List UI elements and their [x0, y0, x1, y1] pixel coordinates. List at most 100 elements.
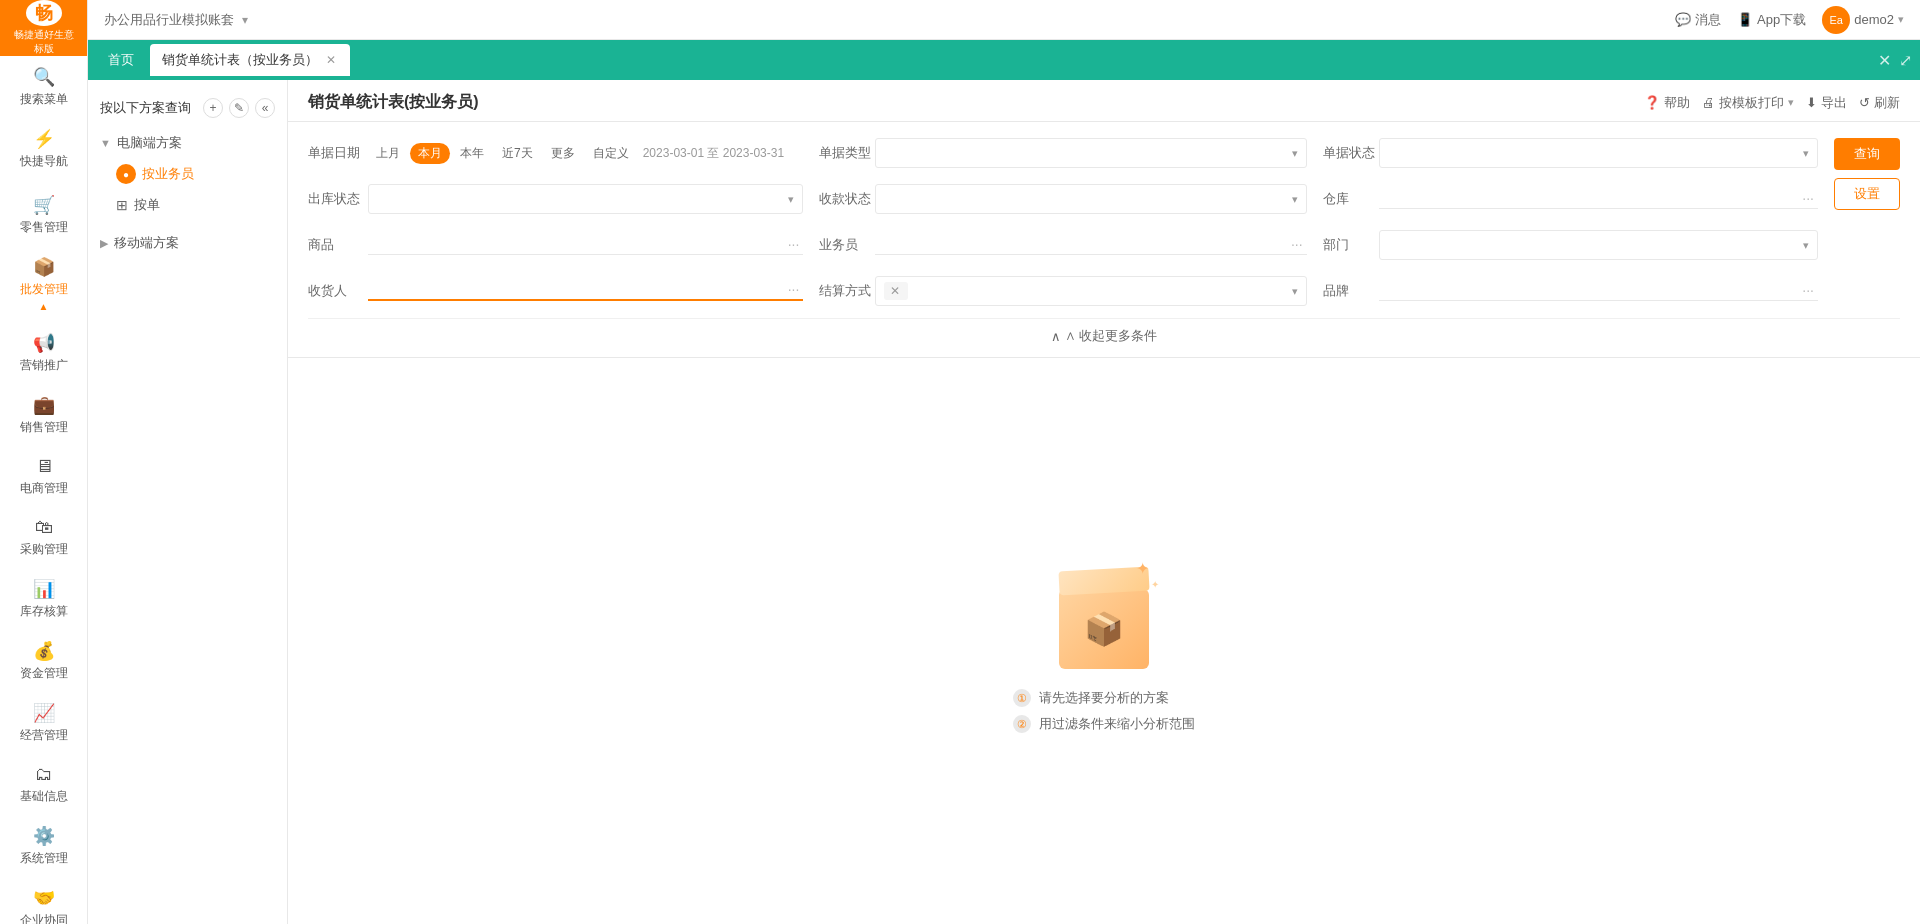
sidebar-item-base[interactable]: 🗂 基础信息 [0, 754, 88, 815]
date-pill-current-month[interactable]: 本月 [410, 143, 450, 164]
sidebar-item-label: 系统管理 [20, 850, 68, 867]
tree-mobile-schemes[interactable]: ▶ 移动端方案 [88, 228, 287, 258]
tree-section-desktop: ▼ 电脑端方案 ● 按业务员 ⊞ 按单 [88, 124, 287, 224]
sidebar-item-inventory[interactable]: 📊 库存核算 [0, 568, 88, 630]
help-button[interactable]: ❓ 帮助 [1644, 94, 1690, 112]
app-download-button[interactable]: 📱 App下载 [1737, 11, 1806, 29]
settings-button[interactable]: 设置 [1834, 178, 1900, 210]
brand-input[interactable] [1379, 282, 1799, 297]
sidebar-item-retail[interactable]: 🛒 零售管理 [0, 184, 88, 246]
goods-ellipsis[interactable]: ··· [784, 236, 804, 252]
settlement-tag: ✕ [884, 282, 908, 300]
receipt-status-select[interactable]: ▾ [875, 184, 1306, 214]
consignee-input[interactable] [368, 282, 784, 297]
warehouse-input[interactable] [1379, 190, 1799, 205]
department-select[interactable]: ▾ [1379, 230, 1818, 260]
doc-type-select[interactable]: ▾ [875, 138, 1306, 168]
tree-section-label: 移动端方案 [114, 234, 179, 252]
edit-icon: ✎ [234, 101, 244, 115]
user-name: demo2 [1854, 12, 1894, 27]
tree-item-by-order[interactable]: ⊞ 按单 [88, 190, 287, 220]
export-button[interactable]: ⬇ 导出 [1806, 94, 1847, 112]
sidebar-item-ecom[interactable]: 🖥 电商管理 [0, 446, 88, 507]
brand-ellipsis[interactable]: ··· [1798, 282, 1818, 298]
main-content: 办公用品行业模拟账套 ▾ 💬 消息 📱 App下载 Ea demo2 ▾ [88, 0, 1920, 924]
consignee-input-area: ··· [368, 281, 803, 301]
header-dropdown-arrow[interactable]: ▾ [242, 13, 248, 27]
help-label: 帮助 [1664, 94, 1690, 112]
home-tab-label: 首页 [108, 51, 134, 69]
collapse-icon: « [262, 101, 269, 115]
avatar: Ea [1822, 6, 1850, 34]
page-title-actions: ❓ 帮助 🖨 按模板打印 ▾ ⬇ 导出 ↺ [1644, 94, 1900, 112]
sidebar-item-marketing[interactable]: 📢 营销推广 [0, 322, 88, 384]
tree-desktop-schemes[interactable]: ▼ 电脑端方案 [88, 128, 287, 158]
add-scheme-button[interactable]: + [203, 98, 223, 118]
date-filter-cell: 单据日期 上月 本月 本年 近7天 更多 自定义 2023-03-01 至 20… [308, 134, 811, 172]
goods-label: 商品 [308, 236, 368, 254]
step-number-2: ② [1013, 715, 1031, 733]
tab-expand-button[interactable]: ⤢ [1899, 51, 1912, 70]
sidebar-item-sales[interactable]: 💼 销售管理 [0, 384, 88, 446]
sidebar-item-shortcuts[interactable]: ⚡ 快捷导航 [0, 118, 88, 180]
step-2-text: 用过滤条件来缩小分析范围 [1039, 715, 1195, 733]
sidebar-item-finance[interactable]: 💰 资金管理 [0, 630, 88, 692]
collapse-panel-button[interactable]: « [255, 98, 275, 118]
tab-close-all-button[interactable]: ✕ [1878, 51, 1891, 70]
sidebar-item-label: 批发管理 [20, 281, 68, 298]
salesperson-ellipsis[interactable]: ··· [1287, 236, 1307, 252]
settlement-select[interactable]: ✕ ▾ [875, 276, 1306, 306]
left-panel: 按以下方案查询 + ✎ « ▼ [88, 80, 288, 924]
refresh-button[interactable]: ↺ 刷新 [1859, 94, 1900, 112]
shortcuts-icon: ⚡ [33, 128, 55, 150]
messages-label: 消息 [1695, 11, 1721, 29]
collapse-conditions-button[interactable]: ∧ ∧ 收起更多条件 [1051, 327, 1158, 345]
date-pill-custom[interactable]: 自定义 [585, 143, 637, 164]
salesperson-input-area: ··· [875, 236, 1306, 255]
tab-home[interactable]: 首页 [96, 44, 146, 76]
empty-state: 📦 ✦ ✦ ① 请先选择要 [1013, 549, 1195, 733]
header-title: 办公用品行业模拟账套 [104, 11, 234, 29]
tab-close-button[interactable]: ✕ [324, 51, 338, 69]
sidebar-item-label: 搜索菜单 [20, 91, 68, 108]
date-pill-last-month[interactable]: 上月 [368, 143, 408, 164]
out-status-select[interactable]: ▾ [368, 184, 803, 214]
template-print-button[interactable]: 🖨 按模板打印 ▾ [1702, 94, 1794, 112]
warehouse-ellipsis[interactable]: ··· [1798, 190, 1818, 206]
app-logo[interactable]: 畅 畅捷通好生意 标版 [0, 0, 88, 56]
consignee-ellipsis[interactable]: ··· [784, 281, 804, 297]
doc-type-filter-cell: 单据类型 ▾ [811, 134, 1314, 172]
date-pill-more[interactable]: 更多 [543, 143, 583, 164]
sidebar-item-purchase[interactable]: 🛍 采购管理 [0, 507, 88, 568]
sidebar-item-operations[interactable]: 📈 经营管理 [0, 692, 88, 754]
tab-sales-stat[interactable]: 销货单统计表（按业务员） ✕ [150, 44, 350, 76]
export-icon: ⬇ [1806, 95, 1817, 110]
scheme-label: 按单 [134, 196, 160, 214]
query-button[interactable]: 查询 [1834, 138, 1900, 170]
date-pill-7days[interactable]: 近7天 [494, 143, 541, 164]
tree-item-by-salesperson[interactable]: ● 按业务员 [88, 158, 287, 190]
goods-input-area: ··· [368, 236, 803, 255]
user-profile[interactable]: Ea demo2 ▾ [1822, 6, 1904, 34]
tree-expand-icon: ▼ [100, 137, 111, 149]
goods-input[interactable] [368, 236, 784, 251]
top-header: 办公用品行业模拟账套 ▾ 💬 消息 📱 App下载 Ea demo2 ▾ [88, 0, 1920, 40]
edit-scheme-button[interactable]: ✎ [229, 98, 249, 118]
sidebar-item-search[interactable]: 🔍 搜索菜单 [0, 56, 88, 118]
date-pill-year[interactable]: 本年 [452, 143, 492, 164]
sidebar-item-enterprise[interactable]: 🤝 企业协同 [0, 877, 88, 924]
messages-button[interactable]: 💬 消息 [1675, 11, 1721, 29]
collapse-bar: ∧ ∧ 收起更多条件 [308, 318, 1900, 345]
doc-status-select[interactable]: ▾ [1379, 138, 1818, 168]
sidebar-item-system[interactable]: ⚙️ 系统管理 [0, 815, 88, 877]
right-panel: 销货单统计表(按业务员) ❓ 帮助 🖨 按模板打印 ▾ ⬇ [288, 80, 1920, 924]
active-scheme-badge: ● [116, 164, 136, 184]
sidebar-item-wholesale[interactable]: 📦 批发管理 ▲ [0, 246, 88, 322]
salesperson-input[interactable] [875, 236, 1287, 251]
empty-steps: ① 请先选择要分析的方案 ② 用过滤条件来缩小分析范围 [1013, 689, 1195, 733]
tab-bar-actions: ✕ ⤢ [1878, 51, 1912, 70]
settlement-tag-x[interactable]: ✕ [890, 284, 900, 298]
out-status-filter-cell: 出库状态 ▾ [308, 180, 811, 218]
template-print-label: 按模板打印 [1719, 94, 1784, 112]
brand-input-area: ··· [1379, 282, 1818, 301]
